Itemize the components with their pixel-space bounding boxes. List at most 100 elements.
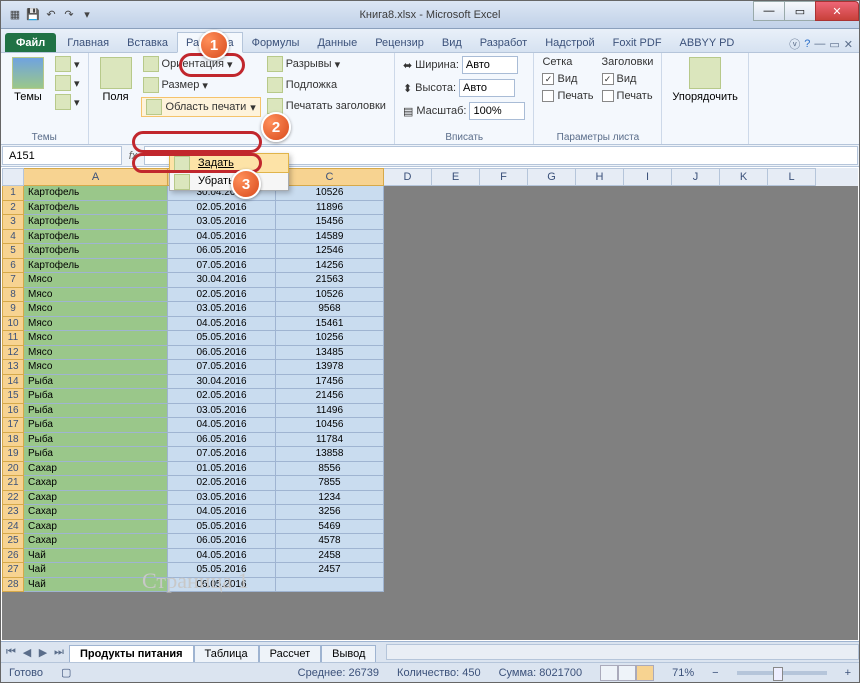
print-area-button[interactable]: Область печати ▾ [141,97,261,117]
cell[interactable]: 8556 [276,462,384,477]
maximize-button[interactable]: ▭ [784,1,816,21]
scale-input[interactable] [469,102,525,120]
doc-min-icon[interactable]: — [814,38,825,50]
minimize-button[interactable]: — [753,1,785,21]
cell[interactable]: 06.05.2016 [168,578,276,593]
cell[interactable]: 06.05.2016 [168,534,276,549]
minimize-ribbon-icon[interactable]: ⓥ [789,36,800,52]
cell[interactable]: 13858 [276,447,384,462]
cell[interactable]: Рыба [24,418,168,433]
cell[interactable]: 07.05.2016 [168,360,276,375]
col-header-E[interactable]: E [432,168,480,186]
tab-formulas[interactable]: Формулы [243,32,309,52]
row-header[interactable]: 26 [2,549,24,564]
cell[interactable]: 04.05.2016 [168,317,276,332]
row-header[interactable]: 4 [2,230,24,245]
tab-view[interactable]: Вид [433,32,471,52]
cell[interactable]: 10526 [276,288,384,303]
col-header-A[interactable]: A [24,168,168,186]
row-header[interactable]: 20 [2,462,24,477]
head-print-check[interactable]: Печать [600,89,656,103]
qat-more-icon[interactable]: ▾ [79,7,95,23]
themes-button[interactable]: Темы [7,55,49,105]
sheet-tab-3[interactable]: Рассчет [259,645,322,662]
col-header-C[interactable]: C [276,168,384,186]
tab-data[interactable]: Данные [308,32,366,52]
cell[interactable]: 03.05.2016 [168,302,276,317]
cell[interactable]: 13485 [276,346,384,361]
cell[interactable]: Чай [24,563,168,578]
cell[interactable]: 02.05.2016 [168,201,276,216]
cell[interactable]: Картофель [24,201,168,216]
row-header[interactable]: 22 [2,491,24,506]
cell[interactable]: 11496 [276,404,384,419]
tab-review[interactable]: Рецензир [366,32,433,52]
col-header-K[interactable]: K [720,168,768,186]
row-header[interactable]: 15 [2,389,24,404]
tab-addins[interactable]: Надстрой [536,32,603,52]
col-header-J[interactable]: J [672,168,720,186]
cell[interactable]: Сахар [24,491,168,506]
row-header[interactable]: 10 [2,317,24,332]
cell[interactable]: 4578 [276,534,384,549]
cell[interactable]: 5469 [276,520,384,535]
tab-foxit[interactable]: Foxit PDF [604,32,671,52]
cell[interactable]: Мясо [24,288,168,303]
cell[interactable]: 05.05.2016 [168,331,276,346]
cell[interactable]: Сахар [24,476,168,491]
horizontal-scrollbar[interactable] [386,644,859,660]
sheet-tab-4[interactable]: Вывод [321,645,376,662]
cell[interactable]: 1234 [276,491,384,506]
col-header-D[interactable]: D [384,168,432,186]
effects-button[interactable]: ▾ [53,93,82,111]
print-titles-button[interactable]: Печатать заголовки [265,97,388,115]
row-header[interactable]: 9 [2,302,24,317]
row-header[interactable]: 19 [2,447,24,462]
zoom-slider[interactable] [737,671,827,675]
help-icon[interactable]: ? [804,38,810,50]
cell[interactable]: 02.05.2016 [168,476,276,491]
cell[interactable]: 10456 [276,418,384,433]
select-all-corner[interactable] [2,168,24,186]
zoom-in[interactable]: + [845,667,851,679]
row-header[interactable]: 11 [2,331,24,346]
width-input[interactable] [462,56,518,74]
cell[interactable]: Рыба [24,389,168,404]
cell[interactable]: 3256 [276,505,384,520]
cell[interactable]: 06.05.2016 [168,433,276,448]
row-header[interactable]: 8 [2,288,24,303]
margins-button[interactable]: Поля [95,55,137,105]
cell[interactable]: Сахар [24,520,168,535]
cell[interactable]: 02.05.2016 [168,288,276,303]
name-box[interactable]: A151 [2,146,122,165]
row-header[interactable]: 14 [2,375,24,390]
cell[interactable]: 21563 [276,273,384,288]
breaks-button[interactable]: Разрывы ▾ [265,55,388,73]
save-icon[interactable]: 💾 [25,7,41,23]
sheet-nav-next[interactable]: ▶ [35,644,51,660]
row-header[interactable]: 7 [2,273,24,288]
col-header-F[interactable]: F [480,168,528,186]
close-button[interactable]: ✕ [815,1,859,21]
cell[interactable]: 02.05.2016 [168,389,276,404]
doc-close-icon[interactable]: ✕ [844,38,853,51]
cell[interactable]: Рыба [24,447,168,462]
cell[interactable]: 12546 [276,244,384,259]
tab-file[interactable]: Файл [5,33,56,52]
cell[interactable]: 05.05.2016 [168,563,276,578]
cell[interactable]: 15461 [276,317,384,332]
cell[interactable]: Рыба [24,375,168,390]
cell[interactable]: Рыба [24,404,168,419]
cell[interactable] [276,578,384,593]
row-header[interactable]: 3 [2,215,24,230]
row-header[interactable]: 27 [2,563,24,578]
cell[interactable]: Картофель [24,230,168,245]
row-header[interactable]: 6 [2,259,24,274]
sheet-tab-2[interactable]: Таблица [194,645,259,662]
cell[interactable]: 04.05.2016 [168,418,276,433]
colors-button[interactable]: ▾ [53,55,82,73]
cell[interactable]: 04.05.2016 [168,549,276,564]
row-header[interactable]: 28 [2,578,24,593]
head-view-check[interactable]: ✓Вид [600,72,656,86]
cell[interactable]: Мясо [24,360,168,375]
